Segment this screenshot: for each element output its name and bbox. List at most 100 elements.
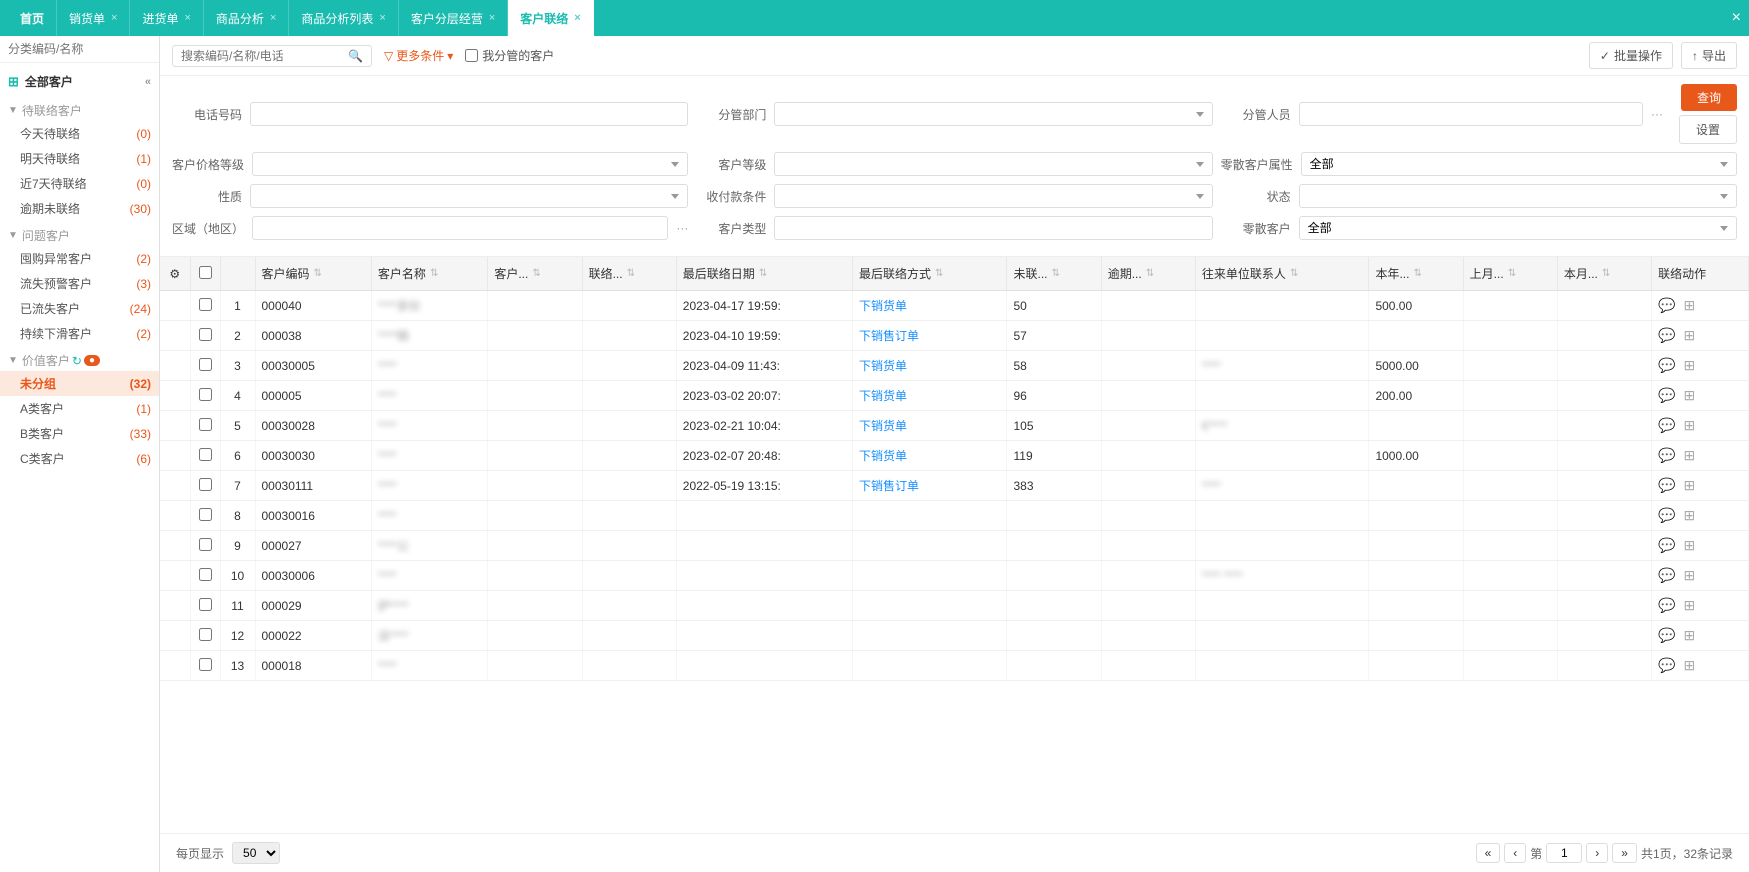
dept-select[interactable]	[774, 102, 1212, 126]
sidebar-group-value[interactable]: ▼ 价值客户 ↻ ●	[0, 346, 159, 371]
row-checkbox[interactable]	[199, 388, 212, 401]
comment-icon[interactable]: 💬	[1658, 477, 1675, 494]
comment-icon[interactable]: 💬	[1658, 357, 1675, 374]
contact-method-link[interactable]: 下销售订单	[859, 479, 919, 493]
grid-action-icon[interactable]: ⊞	[1684, 357, 1696, 374]
contact-method-link[interactable]: 下销货单	[859, 449, 907, 463]
comment-icon[interactable]: 💬	[1658, 657, 1675, 674]
close-purchase-tab[interactable]: ×	[184, 12, 190, 24]
filter-search-input[interactable]	[181, 49, 344, 63]
sidebar-item-overdue-contact[interactable]: 逾期未联络 (30)	[0, 196, 159, 221]
sidebar-group-problem[interactable]: ▼ 问题客户	[0, 221, 159, 246]
close-sales-tab[interactable]: ×	[111, 12, 117, 24]
phone-input[interactable]	[250, 102, 688, 126]
grid-action-icon[interactable]: ⊞	[1684, 597, 1696, 614]
sidebar-item-class-a[interactable]: A类客户 (1)	[0, 396, 159, 421]
comment-icon[interactable]: 💬	[1658, 327, 1675, 344]
th-contact[interactable]: 联络...⇅	[582, 257, 676, 291]
prev-page-btn[interactable]: ‹	[1504, 843, 1526, 863]
th-settings[interactable]: ⚙	[160, 257, 190, 291]
first-page-btn[interactable]: «	[1476, 843, 1501, 863]
row-checkbox[interactable]	[199, 658, 212, 671]
close-customer-contact-tab[interactable]: ×	[574, 12, 580, 24]
tab-sales[interactable]: 销货单 ×	[57, 0, 130, 36]
select-all-checkbox[interactable]	[199, 266, 212, 279]
contact-method-link[interactable]: 下销货单	[859, 299, 907, 313]
tab-goods-analysis-list[interactable]: 商品分析列表 ×	[289, 0, 398, 36]
contact-method-link[interactable]: 下销货单	[859, 359, 907, 373]
grid-action-icon[interactable]: ⊞	[1684, 447, 1696, 464]
comment-icon[interactable]: 💬	[1658, 567, 1675, 584]
row-checkbox[interactable]	[199, 598, 212, 611]
status-select[interactable]	[1299, 184, 1737, 208]
payment-select[interactable]	[774, 184, 1212, 208]
comment-icon[interactable]: 💬	[1658, 387, 1675, 404]
row-checkbox[interactable]	[199, 568, 212, 581]
sidebar-all-customers-header[interactable]: ⊞ 全部客户 «	[0, 67, 159, 96]
row-checkbox[interactable]	[199, 448, 212, 461]
sidebar-item-declining[interactable]: 持续下滑客户 (2)	[0, 321, 159, 346]
sidebar-item-churn-warning[interactable]: 流失预警客户 (3)	[0, 271, 159, 296]
comment-icon[interactable]: 💬	[1658, 447, 1675, 464]
my-customers-checkbox[interactable]	[465, 49, 478, 62]
row-checkbox[interactable]	[199, 538, 212, 551]
region-input[interactable]	[252, 216, 668, 240]
th-name[interactable]: 客户名称⇅	[371, 257, 487, 291]
grid-action-icon[interactable]: ⊞	[1684, 297, 1696, 314]
th-customer-type[interactable]: 客户...⇅	[488, 257, 582, 291]
row-checkbox[interactable]	[199, 418, 212, 431]
tab-customer-contact[interactable]: 客户联络 ×	[508, 0, 593, 36]
price-level-select[interactable]	[252, 152, 688, 176]
th-code[interactable]: 客户编码⇅	[255, 257, 371, 291]
page-size-select[interactable]: 50	[232, 842, 280, 864]
tab-purchase[interactable]: 进货单 ×	[130, 0, 203, 36]
row-checkbox[interactable]	[199, 358, 212, 371]
collapse-icon[interactable]: «	[145, 76, 151, 88]
sidebar-item-tomorrow-contact[interactable]: 明天待联络 (1)	[0, 146, 159, 171]
manager-input[interactable]	[1299, 102, 1643, 126]
filter-more-btn[interactable]: ▽ 更多条件 ▾	[384, 47, 453, 64]
grid-action-icon[interactable]: ⊞	[1684, 387, 1696, 404]
row-checkbox[interactable]	[199, 628, 212, 641]
nature-select[interactable]	[250, 184, 688, 208]
retail-customer-select[interactable]: 全部	[1299, 216, 1737, 240]
th-last-contact-date[interactable]: 最后联络日期⇅	[676, 257, 852, 291]
comment-icon[interactable]: 💬	[1658, 507, 1675, 524]
close-goods-analysis-tab[interactable]: ×	[270, 12, 276, 24]
sidebar-item-class-b[interactable]: B类客户 (33)	[0, 421, 159, 446]
query-btn[interactable]: 查询	[1681, 84, 1737, 111]
grid-action-icon[interactable]: ⊞	[1684, 327, 1696, 344]
th-not-contact[interactable]: 未联...⇅	[1007, 257, 1101, 291]
tab-customer-tier[interactable]: 客户分层经营 ×	[399, 0, 508, 36]
refresh-icon[interactable]: ↻	[72, 354, 82, 368]
region-more-icon[interactable]: ···	[676, 221, 688, 235]
grid-action-icon[interactable]: ⊞	[1684, 507, 1696, 524]
sidebar-item-churned[interactable]: 已流失客户 (24)	[0, 296, 159, 321]
row-checkbox[interactable]	[199, 508, 212, 521]
page-input[interactable]	[1546, 843, 1582, 863]
th-overdue[interactable]: 逾期...⇅	[1101, 257, 1195, 291]
manager-more-icon[interactable]: ···	[1651, 107, 1663, 121]
contact-method-link[interactable]: 下销货单	[859, 389, 907, 403]
sidebar-item-today-contact[interactable]: 今天待联络 (0)	[0, 121, 159, 146]
close-all-tabs[interactable]: ×	[1732, 9, 1741, 27]
sidebar-item-class-c[interactable]: C类客户 (6)	[0, 446, 159, 471]
grid-action-icon[interactable]: ⊞	[1684, 537, 1696, 554]
customer-level-select[interactable]	[774, 152, 1212, 176]
comment-icon[interactable]: 💬	[1658, 537, 1675, 554]
th-unit-contact[interactable]: 往来单位联系人⇅	[1195, 257, 1369, 291]
comment-icon[interactable]: 💬	[1658, 297, 1675, 314]
row-checkbox[interactable]	[199, 478, 212, 491]
contact-method-link[interactable]: 下销售订单	[859, 329, 919, 343]
reset-btn[interactable]: 设置	[1679, 115, 1737, 144]
th-last-contact-method[interactable]: 最后联络方式⇅	[852, 257, 1007, 291]
sidebar-item-7day-contact[interactable]: 近7天待联络 (0)	[0, 171, 159, 196]
comment-icon[interactable]: 💬	[1658, 597, 1675, 614]
export-btn[interactable]: ↑ 导出	[1681, 42, 1737, 69]
contact-method-link[interactable]: 下销货单	[859, 419, 907, 433]
tab-home[interactable]: 首页	[8, 0, 57, 36]
retail-attr-select[interactable]: 全部	[1301, 152, 1737, 176]
comment-icon[interactable]: 💬	[1658, 417, 1675, 434]
grid-action-icon[interactable]: ⊞	[1684, 567, 1696, 584]
sidebar-group-waiting[interactable]: ▼ 待联络客户	[0, 96, 159, 121]
